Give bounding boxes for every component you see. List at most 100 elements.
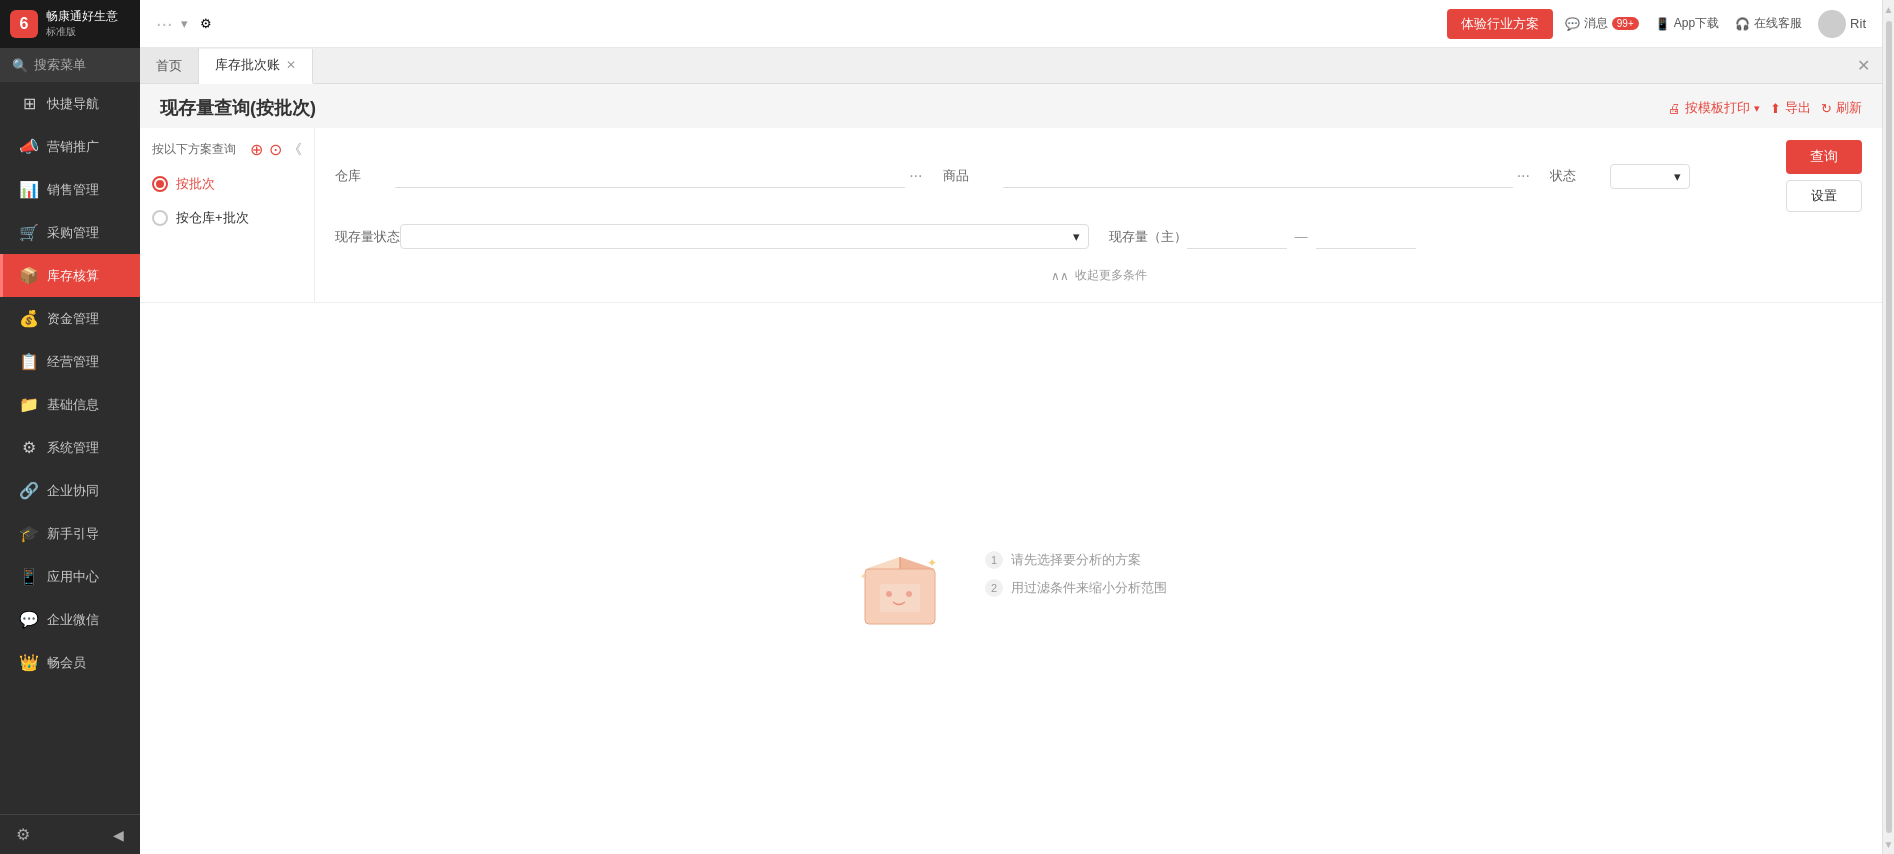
tab-close-icon[interactable]: ✕ — [286, 59, 296, 71]
filter-sidebar-header: 按以下方案查询 ⊕ ⊙ 《 — [140, 140, 314, 167]
collapse-label: 收起更多条件 — [1075, 267, 1147, 284]
scheme-collapse-icon[interactable]: 《 — [288, 141, 302, 159]
product-field: 商品 ··· — [943, 164, 1531, 188]
warehouse-input[interactable] — [395, 164, 905, 188]
print-dropdown-icon[interactable]: ▾ — [1754, 102, 1760, 115]
empty-hint-1: 1 请先选择要分析的方案 — [985, 551, 1167, 569]
sidebar-item-purchase[interactable]: 🛒 采购管理 — [0, 211, 140, 254]
marketing-icon: 📣 — [19, 137, 39, 156]
export-icon: ⬆ — [1770, 101, 1781, 116]
scheme-radio-batch — [152, 176, 168, 192]
sidebar-search[interactable]: 🔍 搜索菜单 — [0, 48, 140, 82]
sidebar-item-app-center[interactable]: 📱 应用中心 — [0, 555, 140, 598]
add-scheme-icon[interactable]: ⊕ — [250, 140, 263, 159]
sidebar-item-operation[interactable]: 📋 经营管理 — [0, 340, 140, 383]
topbar-settings-icon[interactable]: ⚙ — [200, 16, 212, 31]
sidebar-item-sales[interactable]: 📊 销售管理 — [0, 168, 140, 211]
sidebar-item-quick-nav[interactable]: ⊞ 快捷导航 — [0, 82, 140, 125]
page-header: 现存量查询(按批次) 🖨 按模板打印 ▾ ⬆ 导出 ↻ 刷新 — [140, 84, 1882, 128]
page-header-actions: 🖨 按模板打印 ▾ ⬆ 导出 ↻ 刷新 — [1668, 99, 1862, 117]
empty-svg: ✦ ✦ — [855, 529, 955, 639]
refresh-icon: ↻ — [1821, 101, 1832, 116]
scheme-by-batch[interactable]: 按批次 — [140, 167, 314, 201]
stock-qty-min-input[interactable] — [1187, 225, 1287, 249]
page-content: 现存量查询(按批次) 🖨 按模板打印 ▾ ⬆ 导出 ↻ 刷新 — [140, 84, 1882, 854]
online-service-action[interactable]: 🎧 在线客服 — [1735, 15, 1802, 32]
sidebar-item-label: 快捷导航 — [47, 95, 99, 113]
sidebar-item-system[interactable]: ⚙ 系统管理 — [0, 426, 140, 469]
scrollbar-up-arrow[interactable]: ▲ — [1882, 2, 1894, 17]
sidebar-item-label: 新手引导 — [47, 525, 99, 543]
user-menu[interactable]: Rit — [1818, 10, 1866, 38]
scheme-label: 按以下方案查询 — [152, 141, 236, 158]
user-name: Rit — [1850, 16, 1866, 31]
sidebar-item-marketing[interactable]: 📣 营销推广 — [0, 125, 140, 168]
sidebar-item-wechat[interactable]: 💬 企业微信 — [0, 598, 140, 641]
print-button[interactable]: 🖨 按模板打印 ▾ — [1668, 99, 1760, 117]
refresh-button[interactable]: ↻ 刷新 — [1821, 99, 1862, 117]
stock-status-select[interactable]: ▾ — [400, 224, 1089, 249]
status-field: 状态 ▾ — [1550, 164, 1750, 189]
collapse-sidebar-icon[interactable]: ◀ — [113, 827, 124, 843]
sidebar-item-label: 资金管理 — [47, 310, 99, 328]
settings-button[interactable]: 设置 — [1786, 180, 1862, 212]
settings-icon[interactable]: ⚙ — [16, 825, 30, 844]
print-icon: 🖨 — [1668, 101, 1681, 116]
app-version: 标准版 — [46, 25, 118, 39]
app-download-icon: 📱 — [1655, 17, 1670, 31]
main-content: ··· ▾ ⚙ 体验行业方案 💬 消息 99+ 📱 App下载 🎧 在线客服 R… — [140, 0, 1882, 854]
search-icon: 🔍 — [12, 58, 28, 73]
scheme-radio-warehouse-batch — [152, 210, 168, 226]
app-download-action[interactable]: 📱 App下载 — [1655, 15, 1719, 32]
app-download-label: App下载 — [1674, 15, 1719, 32]
stock-status-field: 现存量状态 ▾ — [335, 224, 1089, 249]
sidebar-item-enterprise[interactable]: 🔗 企业协同 — [0, 469, 140, 512]
sidebar-item-label: 库存核算 — [47, 267, 99, 285]
tab-batch-account-label: 库存批次账 — [215, 56, 280, 74]
status-dropdown[interactable]: ▾ — [1610, 164, 1690, 189]
svg-point-5 — [906, 591, 912, 597]
empty-illustration: ✦ ✦ — [855, 529, 955, 629]
sidebar-item-label: 畅会员 — [47, 654, 86, 672]
sidebar-item-label: 采购管理 — [47, 224, 99, 242]
warehouse-dots-icon[interactable]: ··· — [909, 167, 922, 185]
breadcrumb-text: ··· — [156, 12, 173, 35]
member-icon: 👑 — [19, 653, 39, 672]
tabbar: 首页 库存批次账 ✕ ✕ — [140, 48, 1882, 84]
empty-state-content: ✦ ✦ 1 请先选择要分析的方案 2 用过滤条件来缩小分析范围 — [855, 529, 1167, 629]
app-info: 畅康通好生意 标准版 — [46, 9, 118, 39]
scheme-by-warehouse-batch[interactable]: 按仓库+批次 — [140, 201, 314, 235]
filter-row-2: 现存量状态 ▾ 现存量（主） — — [335, 224, 1862, 249]
query-button[interactable]: 查询 — [1786, 140, 1862, 174]
scheme-settings-icon[interactable]: ⊙ — [269, 140, 282, 159]
tab-batch-account[interactable]: 库存批次账 ✕ — [199, 49, 313, 84]
product-dots-icon[interactable]: ··· — [1517, 167, 1530, 185]
message-action[interactable]: 💬 消息 99+ — [1565, 15, 1639, 32]
sidebar-item-label: 企业微信 — [47, 611, 99, 629]
product-input[interactable] — [1003, 164, 1513, 188]
scrollbar-thumb[interactable] — [1886, 21, 1892, 833]
collapse-more[interactable]: ∧∧ 收起更多条件 — [335, 261, 1862, 290]
industry-solution-button[interactable]: 体验行业方案 — [1447, 9, 1553, 39]
svg-text:✦: ✦ — [860, 572, 867, 581]
quick-nav-icon: ⊞ — [19, 94, 39, 113]
tabbar-close-button[interactable]: ✕ — [1845, 48, 1882, 83]
user-avatar — [1818, 10, 1846, 38]
stock-status-label: 现存量状态 — [335, 228, 400, 246]
status-dropdown-icon: ▾ — [1674, 169, 1681, 184]
dropdown-arrow-icon[interactable]: ▾ — [181, 16, 188, 31]
scrollbar-down-arrow[interactable]: ▼ — [1882, 837, 1894, 852]
filter-sidebar-header-actions: ⊕ ⊙ 《 — [250, 140, 302, 159]
sidebar-item-basic[interactable]: 📁 基础信息 — [0, 383, 140, 426]
online-service-label: 在线客服 — [1754, 15, 1802, 32]
operation-icon: 📋 — [19, 352, 39, 371]
stock-qty-max-input[interactable] — [1316, 225, 1416, 249]
export-button[interactable]: ⬆ 导出 — [1770, 99, 1811, 117]
sidebar-item-finance[interactable]: 💰 资金管理 — [0, 297, 140, 340]
message-badge: 99+ — [1612, 17, 1639, 30]
tab-home[interactable]: 首页 — [140, 48, 199, 83]
enterprise-icon: 🔗 — [19, 481, 39, 500]
sidebar-item-inventory[interactable]: 📦 库存核算 — [0, 254, 140, 297]
sidebar-item-newbie[interactable]: 🎓 新手引导 — [0, 512, 140, 555]
sidebar-item-member[interactable]: 👑 畅会员 — [0, 641, 140, 684]
